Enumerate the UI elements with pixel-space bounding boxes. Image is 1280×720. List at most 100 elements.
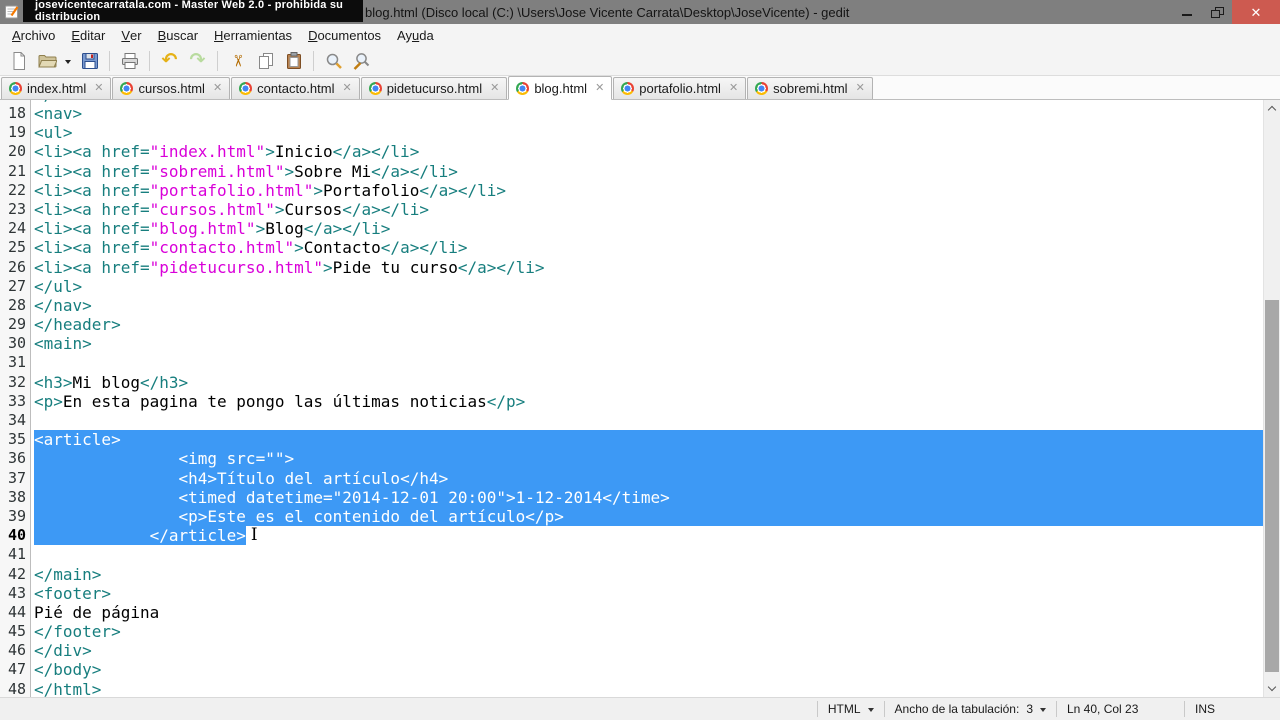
- line-number: 27: [0, 276, 31, 296]
- code-line-19[interactable]: 19 <ul>: [0, 123, 1263, 143]
- undo-button[interactable]: ↶: [156, 48, 183, 74]
- tab-cursos.html[interactable]: cursos.html ✕: [112, 77, 231, 99]
- undo-icon: ↶: [161, 49, 178, 71]
- tab-label: contacto.html: [257, 81, 335, 96]
- code-line-40[interactable]: 40 </article> I: [0, 526, 1263, 546]
- tab-close-icon[interactable]: ✕: [490, 83, 499, 94]
- code-line-42[interactable]: 42 </main>: [0, 564, 1263, 584]
- insert-mode-label: INS: [1195, 702, 1216, 716]
- print-icon: [121, 52, 138, 69]
- line-number: 47: [0, 660, 31, 680]
- close-button[interactable]: ✕: [1232, 0, 1280, 24]
- tab-close-icon[interactable]: ✕: [94, 83, 103, 94]
- line-number: 35: [0, 430, 31, 450]
- code-line-44[interactable]: 44 Pié de página: [0, 602, 1263, 623]
- code-line-37[interactable]: 37 <h4>Título del artículo</h4>: [0, 468, 1263, 488]
- code-line-29[interactable]: 29 </header>: [0, 315, 1263, 335]
- tab-close-icon[interactable]: ✕: [213, 83, 222, 94]
- print-button[interactable]: [116, 48, 143, 74]
- code-line-27[interactable]: 27 </ul>: [0, 276, 1263, 296]
- code-line-41[interactable]: 41: [0, 545, 1263, 565]
- code-line-39[interactable]: 39 <p>Este es el contenido del artículo<…: [0, 506, 1263, 527]
- code-line-34[interactable]: 34: [0, 411, 1263, 431]
- line-number: 44: [0, 602, 31, 623]
- cut-button[interactable]: ✂: [224, 48, 251, 74]
- redo-button[interactable]: ↷: [184, 48, 211, 74]
- line-number: 43: [0, 583, 31, 603]
- tab-label: sobremi.html: [773, 81, 848, 96]
- find-button[interactable]: [320, 48, 347, 74]
- code-line-32[interactable]: 32 <h3> Mi blog </h3>: [0, 372, 1263, 392]
- menu-documentos[interactable]: Documentos: [300, 24, 389, 46]
- menu-herramientas[interactable]: Herramientas: [206, 24, 300, 46]
- paste-button[interactable]: [280, 48, 307, 74]
- line-number: 45: [0, 622, 31, 642]
- watermark: josevicentecarratala.com - Master Web 2.…: [23, 0, 363, 23]
- line-number: 38: [0, 487, 31, 507]
- title-bar: josevicentecarratala.com - Master Web 2.…: [0, 0, 1280, 24]
- code-line-48[interactable]: 48 </html>: [0, 679, 1263, 697]
- statusbar: HTML Ancho de la tabulación: 3 Ln 40, Co…: [0, 697, 1280, 720]
- code-line-45[interactable]: 45 </footer>: [0, 622, 1263, 642]
- replace-button[interactable]: [348, 48, 375, 74]
- minimize-button[interactable]: [1172, 0, 1202, 24]
- toolbar-separator: [313, 50, 314, 71]
- save-button[interactable]: [76, 48, 103, 74]
- code-line-33[interactable]: 33 <p> En esta pagina te pongo las última…: [0, 391, 1263, 411]
- new-document-button[interactable]: [5, 48, 32, 74]
- language-selector[interactable]: HTML: [818, 702, 884, 716]
- tab-close-icon[interactable]: ✕: [342, 83, 351, 94]
- code-line-28[interactable]: 28 </nav>: [0, 295, 1263, 316]
- menu-archivo[interactable]: Archivo: [4, 24, 63, 46]
- tab-sobremi.html[interactable]: sobremi.html ✕: [747, 77, 873, 99]
- scrollbar-thumb[interactable]: [1265, 300, 1279, 672]
- menu-ver[interactable]: Ver: [113, 24, 149, 46]
- code-line-47[interactable]: 47 </body>: [0, 660, 1263, 680]
- code-line-21[interactable]: 21 <li><a href= "sobremi.html" > Sobre Mi </…: [0, 161, 1263, 181]
- open-dropdown-button[interactable]: [61, 48, 75, 74]
- line-number: 48: [0, 679, 31, 697]
- vertical-scrollbar[interactable]: [1263, 100, 1280, 697]
- code-line-43[interactable]: 43 <footer>: [0, 583, 1263, 603]
- menu-buscar[interactable]: Buscar: [150, 24, 206, 46]
- code-line-26[interactable]: 26 <li><a href= "pidetucurso.html" > Pide t…: [0, 257, 1263, 277]
- tab-width-selector[interactable]: Ancho de la tabulación: 3: [885, 702, 1056, 716]
- code-line-35[interactable]: 35 <article>: [0, 430, 1263, 450]
- toolbar-separator: [149, 50, 150, 71]
- line-number: 33: [0, 391, 31, 411]
- code-line-20[interactable]: 20 <li><a href= "index.html" > Inicio </a></…: [0, 142, 1263, 162]
- tab-index.html[interactable]: index.html ✕: [1, 77, 112, 99]
- code-line-30[interactable]: 30 <main>: [0, 334, 1263, 354]
- tab-close-icon[interactable]: ✕: [856, 83, 865, 94]
- restore-button[interactable]: [1202, 0, 1232, 24]
- code-line-23[interactable]: 23 <li><a href= "cursos.html" > Cursos </a><…: [0, 199, 1263, 220]
- code-line-24[interactable]: 24 <li><a href= "blog.html" > Blog </a></li>: [0, 219, 1263, 239]
- line-number: 25: [0, 238, 31, 258]
- line-number: 20: [0, 142, 31, 162]
- line-number: 30: [0, 334, 31, 354]
- code-line-36[interactable]: 36 <img src="">: [0, 449, 1263, 469]
- menu-editar[interactable]: Editar: [63, 24, 113, 46]
- copy-button[interactable]: [252, 48, 279, 74]
- tab-contacto.html[interactable]: contacto.html ✕: [231, 77, 360, 99]
- tab-blog.html[interactable]: blog.html ✕: [508, 76, 613, 100]
- html-file-icon: [9, 82, 22, 95]
- scroll-down-button[interactable]: [1264, 680, 1280, 697]
- code-line-18[interactable]: 18 <nav>: [0, 104, 1263, 124]
- tab-close-icon[interactable]: ✕: [595, 82, 604, 94]
- chevron-up-icon: [1267, 105, 1277, 115]
- code-line-46[interactable]: 46 </div>: [0, 641, 1263, 661]
- tab-portafolio.html[interactable]: portafolio.html ✕: [613, 77, 747, 99]
- scroll-up-button[interactable]: [1264, 100, 1280, 117]
- code-line-38[interactable]: 38 <timed datetime="2014-12-01 20:00">1-…: [0, 487, 1263, 507]
- menu-ayuda[interactable]: Ay u da: [389, 24, 442, 46]
- open-button[interactable]: [33, 48, 60, 74]
- line-number: 19: [0, 123, 31, 143]
- code-line-22[interactable]: 22 <li><a href= "portafolio.html" > Portafo…: [0, 180, 1263, 200]
- tab-label: pidetucurso.html: [386, 81, 483, 96]
- tab-close-icon[interactable]: ✕: [729, 83, 738, 94]
- tab-pidetucurso.html[interactable]: pidetucurso.html ✕: [360, 77, 508, 99]
- code-line-31[interactable]: 31: [0, 353, 1263, 373]
- search-replace-icon: [353, 52, 369, 70]
- code-line-25[interactable]: 25 <li><a href= "contacto.html" > Contacto <…: [0, 238, 1263, 258]
